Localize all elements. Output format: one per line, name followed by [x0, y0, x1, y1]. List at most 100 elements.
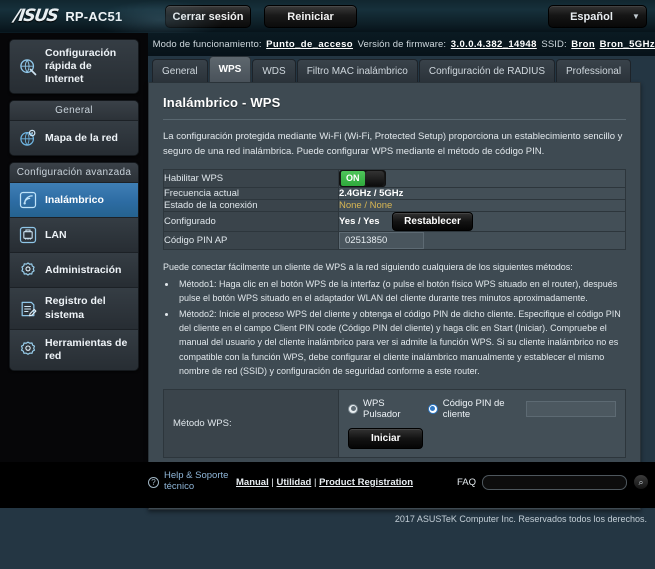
row-value-wps-method: WPS Pulsador Código PIN de cliente Inici…	[338, 389, 626, 458]
product-registration-link[interactable]: Product Registration	[319, 477, 413, 488]
radio-label-client-pin: Código PIN de cliente	[442, 397, 505, 420]
sidebar-item-administration[interactable]: Administración	[10, 253, 138, 289]
toggle-on-label: ON	[341, 171, 365, 187]
configured-value-text: Yes / Yes	[339, 216, 380, 228]
top-bar: /ISUS RP-AC51 Cerrar sesión Reiniciar Es…	[0, 0, 655, 33]
table-row: Código PIN AP	[163, 231, 626, 250]
wps-enable-toggle[interactable]: ON	[339, 170, 386, 188]
table-row: Habilitar WPS ON	[163, 169, 626, 188]
administration-icon	[21, 262, 35, 277]
sidebar: Configuración rápida de Internet General…	[0, 33, 148, 462]
sidebar-item-system-log[interactable]: Registro del sistema	[10, 288, 138, 330]
wps-method-table: Método WPS: WPS Pulsador Código PIN de c…	[163, 388, 626, 458]
wps-settings-table: Habilitar WPS ON Frecuencia actual 2.4GH…	[163, 169, 626, 251]
main-content: General WPS WDS Filtro MAC inalámbrico C…	[148, 56, 643, 511]
sidebar-item-quick-internet-setup[interactable]: Configuración rápida de Internet	[10, 40, 138, 94]
language-selector[interactable]: Español ▼	[548, 5, 647, 28]
reset-button[interactable]: Restablecer	[392, 212, 473, 232]
sidebar-item-network-map[interactable]: Mapa de la red	[10, 121, 138, 156]
sidebar-item-label: Herramientas de red	[45, 336, 128, 362]
link-sep: |	[311, 476, 320, 488]
tab-radius[interactable]: Configuración de RADIUS	[418, 59, 556, 82]
sidebar-advanced-card: Configuración avanzada Inalámbrico LAN A…	[9, 162, 139, 371]
language-label: Español	[570, 10, 613, 23]
tab-wds[interactable]: WDS	[252, 59, 296, 82]
quick-internet-setup-icon	[20, 58, 37, 76]
faq-search-area: FAQ ⌕	[457, 474, 655, 490]
wireless-icon	[19, 192, 37, 209]
tab-mac-filter[interactable]: Filtro MAC inalámbrico	[296, 59, 418, 82]
table-row: Estado de la conexión None / None	[163, 199, 626, 212]
sidebar-item-label: LAN	[45, 228, 67, 241]
sidebar-item-label: Configuración rápida de Internet	[45, 47, 117, 86]
sidebar-advanced-header: Configuración avanzada	[10, 163, 138, 184]
router-model: RP-AC51	[65, 8, 123, 24]
wps-methods-text: Puede conectar fácilmente un cliente de …	[163, 260, 626, 378]
tab-wps[interactable]: WPS	[208, 56, 252, 82]
row-label-current-frequency: Frecuencia actual	[163, 187, 339, 200]
sidebar-item-lan[interactable]: LAN	[10, 218, 138, 254]
start-button[interactable]: Iniciar	[348, 427, 424, 449]
row-label-connection-status: Estado de la conexión	[163, 199, 339, 212]
radio-label-pushbutton: WPS Pulsador	[363, 397, 401, 420]
methods-list: Método1: Haga clic en el botón WPS de la…	[177, 277, 626, 379]
panel-description: La configuración protegida mediante Wi-F…	[163, 131, 623, 157]
list-item: Método2: Inicie el proceso WPS del clien…	[177, 307, 626, 379]
help-support-link[interactable]: Help & Soporte técnico	[164, 470, 230, 493]
table-row: Método WPS: WPS Pulsador Código PIN de c…	[163, 389, 626, 458]
question-mark-icon: ?	[148, 476, 159, 488]
ssid-value-24g[interactable]: Bron	[571, 39, 595, 50]
tab-bar: General WPS WDS Filtro MAC inalámbrico C…	[148, 56, 643, 82]
chevron-down-icon: ▼	[632, 12, 640, 21]
ssid-value-5g[interactable]: Bron_5GHz	[600, 39, 655, 50]
wps-panel: Inalámbrico - WPS La configuración prote…	[148, 82, 641, 510]
search-icon[interactable]: ⌕	[633, 474, 649, 490]
status-info-bar: Modo de funcionamiento: Punto_de_acceso …	[148, 33, 655, 56]
network-tools-icon	[20, 341, 36, 355]
row-value-connection-status: None / None	[338, 199, 626, 212]
tab-general[interactable]: General	[152, 59, 208, 82]
reboot-button[interactable]: Reiniciar	[264, 5, 357, 28]
row-label-ap-pin-code: Código PIN AP	[163, 231, 339, 250]
logout-button[interactable]: Cerrar sesión	[165, 5, 251, 28]
sidebar-general-header: General	[10, 101, 138, 122]
footer: ? Help & Soporte técnico Manual | Utilid…	[0, 462, 655, 508]
table-row: Frecuencia actual 2.4GHz / 5GHz	[163, 187, 626, 200]
toggle-knob	[364, 171, 384, 187]
network-map-icon	[20, 130, 36, 147]
firmware-label: Versión de firmware:	[357, 39, 447, 50]
brand-logo: /ISUS RP-AC51	[13, 6, 123, 26]
ap-pin-code-input[interactable]	[339, 232, 424, 250]
router-admin-page: /ISUS RP-AC51 Cerrar sesión Reiniciar Es…	[0, 0, 655, 569]
radio-client-pin[interactable]	[427, 403, 438, 414]
sidebar-item-network-tools[interactable]: Herramientas de red	[10, 329, 138, 370]
faq-search-input[interactable]	[482, 474, 627, 490]
sidebar-general-card: General Mapa de la red	[9, 100, 139, 157]
radio-wps-pushbutton[interactable]	[348, 403, 358, 414]
manual-link[interactable]: Manual	[236, 477, 269, 488]
row-value-current-frequency: 2.4GHz / 5GHz	[338, 187, 626, 200]
copyright-text: 2017 ASUSTeK Computer Inc. Reservados to…	[394, 514, 647, 524]
lan-icon	[19, 227, 37, 244]
operation-mode-value[interactable]: Punto_de_acceso	[266, 39, 353, 50]
sidebar-quick-setup-card: Configuración rápida de Internet	[9, 39, 139, 95]
utility-link[interactable]: Utilidad	[276, 477, 311, 488]
system-log-icon	[21, 301, 37, 316]
row-label-wps-method: Método WPS:	[163, 389, 339, 458]
firmware-value[interactable]: 3.0.0.4.382_14948	[451, 39, 537, 50]
row-value-enable-wps: ON	[338, 169, 626, 188]
row-value-ap-pin-code	[338, 231, 626, 250]
footer-links: Manual | Utilidad | Product Registration	[236, 477, 413, 488]
row-value-configured: Yes / Yes Restablecer	[338, 211, 626, 232]
row-label-configured: Configurado	[163, 211, 339, 232]
sidebar-item-label: Inalámbrico	[45, 193, 104, 206]
sidebar-item-label: Administración	[45, 263, 122, 276]
wps-method-options: WPS Pulsador Código PIN de cliente	[348, 398, 616, 420]
sidebar-item-wireless[interactable]: Inalámbrico	[10, 183, 138, 219]
operation-mode-label: Modo de funcionamiento:	[152, 39, 262, 50]
list-item: Método1: Haga clic en el botón WPS de la…	[177, 277, 626, 306]
tab-professional[interactable]: Professional	[556, 59, 632, 82]
page-title: Inalámbrico - WPS	[163, 95, 626, 120]
client-pin-input[interactable]	[525, 400, 616, 417]
row-label-enable-wps: Habilitar WPS	[163, 169, 339, 188]
